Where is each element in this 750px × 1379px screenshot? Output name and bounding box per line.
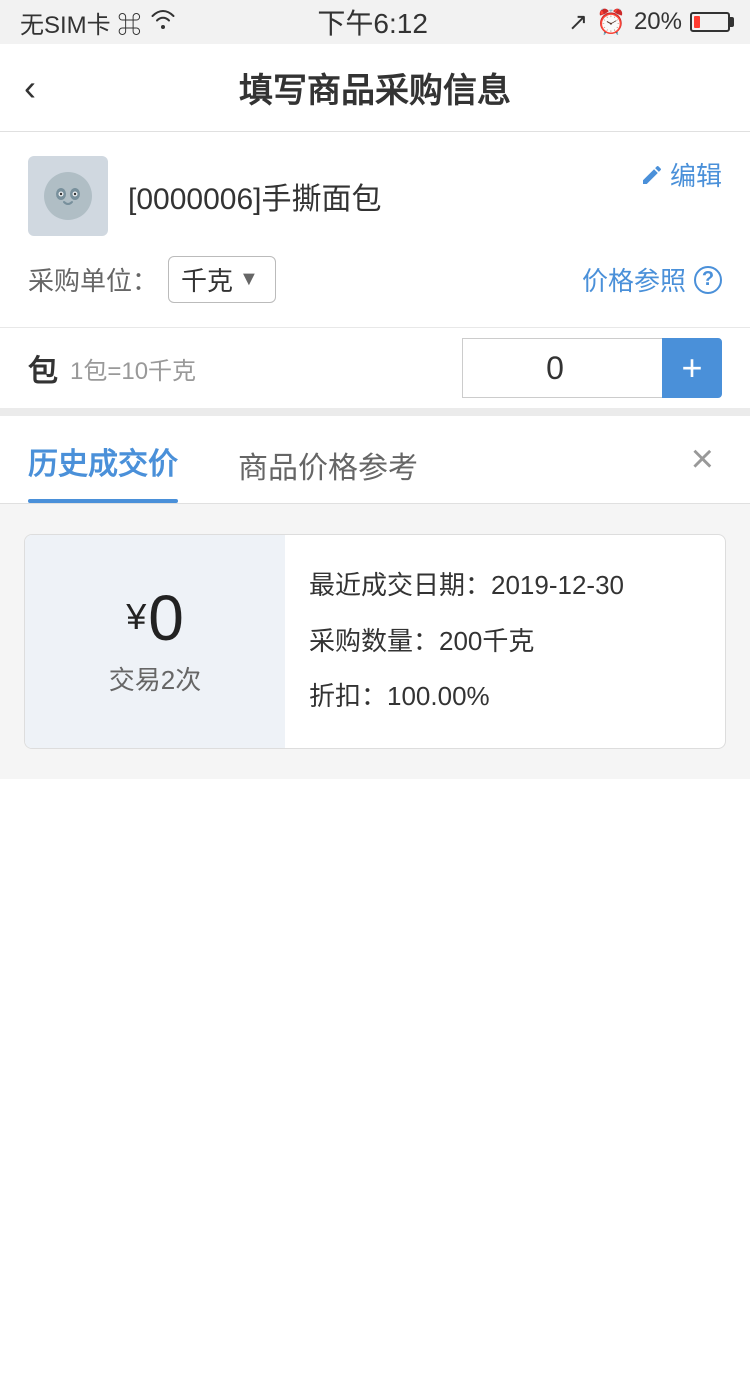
tabs-row: 历史成交价 商品价格参考	[28, 416, 418, 503]
purchase-qty-row: 采购数量：200千克	[309, 621, 701, 663]
tab-price-reference-label: 商品价格参考	[238, 443, 418, 503]
carrier-text: 无SIM卡 ⌘	[20, 5, 141, 40]
alarm-icon: ⏰	[596, 8, 626, 37]
price-card-left: ¥ 0 交易2次	[25, 535, 285, 748]
quantity-hint: 1包=10千克	[70, 351, 196, 386]
product-header: [0000006]手撕面包 编辑	[28, 156, 722, 236]
product-thumbnail	[28, 156, 108, 236]
tab-active-underline	[28, 499, 178, 503]
battery-percent: 20%	[634, 8, 682, 36]
bottom-area	[0, 779, 750, 1379]
edit-label: 编辑	[670, 156, 722, 193]
dropdown-arrow-icon: ▼	[239, 268, 259, 291]
quantity-label: 包 1包=10千克	[28, 346, 196, 390]
price-card-right: 最近成交日期：2019-12-30 采购数量：200千克 折扣：100.00%	[285, 535, 725, 748]
status-right: ↗ ⏰ 20%	[568, 8, 730, 37]
discount-label: 折扣：	[309, 681, 387, 711]
trade-count: 交易2次	[109, 660, 201, 697]
location-icon: ↗	[568, 8, 588, 37]
battery-icon	[690, 12, 730, 32]
recent-date-row: 最近成交日期：2019-12-30	[309, 565, 701, 607]
discount-value: 100.00%	[387, 681, 490, 711]
price-ref-button[interactable]: 价格参照 ?	[582, 261, 722, 298]
unit-value: 千克	[181, 261, 233, 298]
quantity-row: 包 1包=10千克 +	[0, 328, 750, 416]
discount-row: 折扣：100.00%	[309, 676, 701, 718]
tabs-container: 历史成交价 商品价格参考 ×	[0, 416, 750, 504]
quantity-unit: 包	[28, 346, 58, 390]
nav-bar: ‹ 填写商品采购信息	[0, 44, 750, 132]
product-logo-icon	[40, 168, 96, 224]
quantity-input[interactable]	[462, 338, 662, 398]
tab-price-reference[interactable]: 商品价格参考	[238, 416, 418, 503]
tab-history-price[interactable]: 历史成交价	[28, 416, 178, 503]
page-title: 填写商品采购信息	[239, 63, 511, 112]
quantity-input-group: +	[462, 338, 722, 398]
close-button[interactable]: ×	[683, 437, 722, 482]
product-card: [0000006]手撕面包 编辑 采购单位： 千克 ▼ 价格参照 ?	[0, 132, 750, 328]
wifi-icon	[149, 8, 177, 37]
purchase-qty-label: 采购数量：	[309, 626, 439, 656]
edit-icon	[640, 163, 664, 187]
product-meta: 采购单位： 千克 ▼ 价格参照 ?	[28, 256, 722, 303]
quantity-plus-button[interactable]: +	[662, 338, 722, 398]
price-value: 0	[148, 586, 184, 650]
unit-dropdown[interactable]: 千克 ▼	[168, 256, 276, 303]
help-circle-icon: ?	[694, 266, 722, 294]
price-ref-label: 价格参照	[582, 261, 686, 298]
status-left: 无SIM卡 ⌘	[20, 5, 177, 40]
purchase-qty-value: 200千克	[439, 626, 534, 656]
tab-history-price-label: 历史成交价	[28, 439, 178, 499]
price-card: ¥ 0 交易2次 最近成交日期：2019-12-30 采购数量：200千克 折扣…	[24, 534, 726, 749]
unit-label: 采购单位：	[28, 261, 158, 298]
currency-symbol: ¥	[126, 596, 146, 638]
product-left: [0000006]手撕面包	[28, 156, 381, 236]
status-bar: 无SIM卡 ⌘ 下午6:12 ↗ ⏰ 20%	[0, 0, 750, 44]
recent-date-value: 2019-12-30	[491, 570, 624, 600]
recent-date-label: 最近成交日期：	[309, 570, 491, 600]
price-amount: ¥ 0	[126, 586, 184, 650]
status-time: 下午6:12	[317, 2, 428, 42]
product-name: [0000006]手撕面包	[128, 174, 381, 218]
back-button[interactable]: ‹	[24, 67, 36, 109]
unit-selector: 采购单位： 千克 ▼	[28, 256, 276, 303]
edit-button[interactable]: 编辑	[640, 156, 722, 193]
